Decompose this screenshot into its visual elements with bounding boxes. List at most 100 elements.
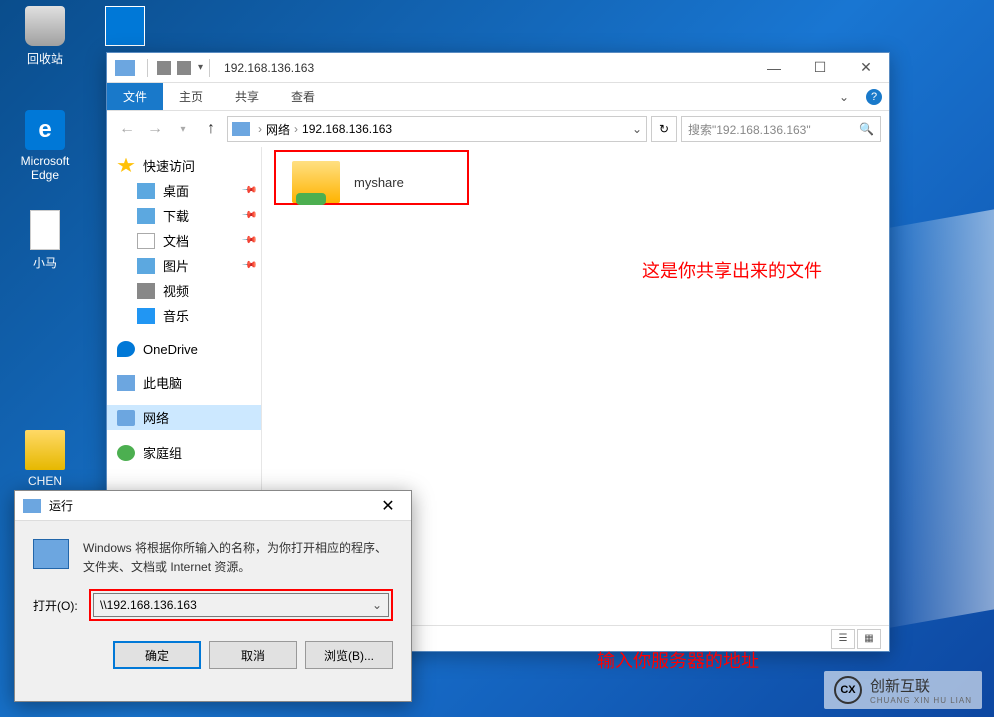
breadcrumb[interactable]: › 网络 › 192.168.136.163 ⌄ xyxy=(227,116,647,142)
close-button[interactable]: ✕ xyxy=(843,53,889,83)
breadcrumb-separator: › xyxy=(294,122,298,136)
run-app-icon xyxy=(33,539,69,569)
address-bar: ← → ▾ ↑ › 网络 › 192.168.136.163 ⌄ ↻ 搜索"19… xyxy=(107,111,889,147)
run-input-value: \\192.168.136.163 xyxy=(100,598,197,612)
run-dialog: 运行 ✕ Windows 将根据你所输入的名称，为你打开相应的程序、文件夹、文档… xyxy=(14,490,412,702)
user-folder-label: CHEN xyxy=(10,474,80,488)
tab-view[interactable]: 查看 xyxy=(275,83,331,110)
breadcrumb-network[interactable]: 网络 xyxy=(266,121,290,138)
window-icon xyxy=(115,60,135,76)
tab-home[interactable]: 主页 xyxy=(163,83,219,110)
nav-forward-button[interactable]: → xyxy=(143,117,167,141)
annotation-server-address: 输入你服务器的地址 xyxy=(597,647,759,673)
sidebar-item-network[interactable]: 网络 xyxy=(107,405,261,430)
watermark-logo-icon: CX xyxy=(834,676,862,704)
run-titlebar[interactable]: 运行 ✕ xyxy=(15,491,411,521)
run-cancel-button[interactable]: 取消 xyxy=(209,641,297,669)
qat-newfolder-icon[interactable] xyxy=(177,61,191,75)
nav-history-button[interactable]: ▾ xyxy=(171,117,195,141)
sidebar-item-downloads[interactable]: 下载📌 xyxy=(107,203,261,228)
sidebar-label: 音乐 xyxy=(163,306,189,325)
tab-file[interactable]: 文件 xyxy=(107,83,163,110)
control-panel-icon xyxy=(105,6,145,46)
desktop-icon-recycle-bin[interactable]: 回收站 xyxy=(10,6,80,67)
pin-icon: 📌 xyxy=(240,232,257,249)
folder-item-myshare[interactable]: myshare xyxy=(288,157,408,207)
sidebar-label: 文档 xyxy=(163,231,189,250)
run-body: Windows 将根据你所输入的名称，为你打开相应的程序、文件夹、文档或 Int… xyxy=(15,521,411,587)
sidebar-label: 视频 xyxy=(163,281,189,300)
homegroup-icon xyxy=(117,445,135,461)
video-icon xyxy=(137,283,155,299)
recycle-bin-label: 回收站 xyxy=(10,50,80,67)
text-file-icon xyxy=(30,210,60,250)
maximize-button[interactable]: ☐ xyxy=(797,53,843,83)
folder-name: myshare xyxy=(354,175,404,190)
sidebar-item-documents[interactable]: 文档 📌 xyxy=(107,228,261,253)
qat-dropdown-icon[interactable]: ▾ xyxy=(198,62,203,73)
picture-icon xyxy=(137,258,155,274)
run-ok-button[interactable]: 确定 xyxy=(113,641,201,669)
sidebar-item-quick-access[interactable]: 快速访问 xyxy=(107,153,261,178)
sidebar-label: OneDrive xyxy=(143,342,198,357)
refresh-button[interactable]: ↻ xyxy=(651,116,677,142)
sidebar-item-videos[interactable]: 视频 xyxy=(107,278,261,303)
view-details-button[interactable]: ☰ xyxy=(831,629,855,649)
qat-separator xyxy=(147,59,148,77)
ribbon-tabs: 文件 主页 共享 查看 ⌄ ? xyxy=(107,83,889,111)
titlebar[interactable]: ▾ 192.168.136.163 — ☐ ✕ xyxy=(107,53,889,83)
dropdown-icon[interactable]: ⌄ xyxy=(372,598,382,612)
recycle-bin-icon xyxy=(25,6,65,46)
nav-back-button[interactable]: ← xyxy=(115,117,139,141)
desktop-icon-edge[interactable]: e Microsoft Edge xyxy=(10,110,80,182)
file-label: 小马 xyxy=(10,254,80,271)
sidebar-item-pictures[interactable]: 图片📌 xyxy=(107,253,261,278)
qat-properties-icon[interactable] xyxy=(157,61,171,75)
music-icon xyxy=(137,308,155,324)
network-icon xyxy=(117,410,135,426)
network-icon xyxy=(232,122,250,136)
window-controls: — ☐ ✕ xyxy=(751,53,889,83)
windows-hero-beam xyxy=(874,209,994,630)
sidebar-item-desktop[interactable]: 桌面📌 xyxy=(107,178,261,203)
breadcrumb-target[interactable]: 192.168.136.163 xyxy=(302,122,392,136)
annotation-shared-file: 这是你共享出来的文件 xyxy=(642,257,822,283)
sidebar-item-onedrive[interactable]: OneDrive xyxy=(107,338,261,360)
desktop-icon-file[interactable]: 小马 xyxy=(10,210,80,271)
help-icon: ? xyxy=(866,89,882,105)
download-icon xyxy=(137,208,155,224)
sidebar-item-homegroup[interactable]: 家庭组 xyxy=(107,440,261,465)
folder-icon xyxy=(25,430,65,470)
nav-up-button[interactable]: ↑ xyxy=(199,117,223,141)
help-button[interactable]: ? xyxy=(859,83,889,110)
view-mode-buttons: ☰ ▦ xyxy=(831,629,881,649)
tab-share[interactable]: 共享 xyxy=(219,83,275,110)
qat-separator-2 xyxy=(209,59,210,77)
search-icon: 🔍 xyxy=(859,122,874,136)
run-button-row: 确定 取消 浏览(B)... xyxy=(15,623,411,683)
sidebar-label: 图片 xyxy=(163,256,189,275)
run-open-label: 打开(O): xyxy=(33,597,81,614)
run-browse-button[interactable]: 浏览(B)... xyxy=(305,641,393,669)
view-icons-button[interactable]: ▦ xyxy=(857,629,881,649)
pin-icon: 📌 xyxy=(240,182,257,199)
sidebar-item-this-pc[interactable]: 此电脑 xyxy=(107,370,261,395)
run-title: 运行 xyxy=(49,497,373,514)
run-input-row: 打开(O): \\192.168.136.163 ⌄ xyxy=(15,587,411,623)
sidebar-item-music[interactable]: 音乐 xyxy=(107,303,261,328)
minimize-button[interactable]: — xyxy=(751,53,797,83)
watermark-brand: 创新互联 xyxy=(870,675,972,696)
breadcrumb-dropdown[interactable]: ⌄ xyxy=(632,122,642,136)
document-icon xyxy=(137,233,155,249)
window-title: 192.168.136.163 xyxy=(224,61,751,75)
breadcrumb-separator: › xyxy=(258,122,262,136)
ribbon-expand-button[interactable]: ⌄ xyxy=(829,83,859,110)
star-icon xyxy=(117,158,135,174)
run-close-button[interactable]: ✕ xyxy=(373,496,403,516)
desktop-icon-user-folder[interactable]: CHEN xyxy=(10,430,80,488)
search-input[interactable]: 搜索"192.168.136.163" 🔍 xyxy=(681,116,881,142)
pc-icon xyxy=(117,375,135,391)
sidebar-label: 家庭组 xyxy=(143,443,182,462)
run-open-input[interactable]: \\192.168.136.163 ⌄ xyxy=(93,593,389,617)
pin-icon: 📌 xyxy=(240,207,257,224)
